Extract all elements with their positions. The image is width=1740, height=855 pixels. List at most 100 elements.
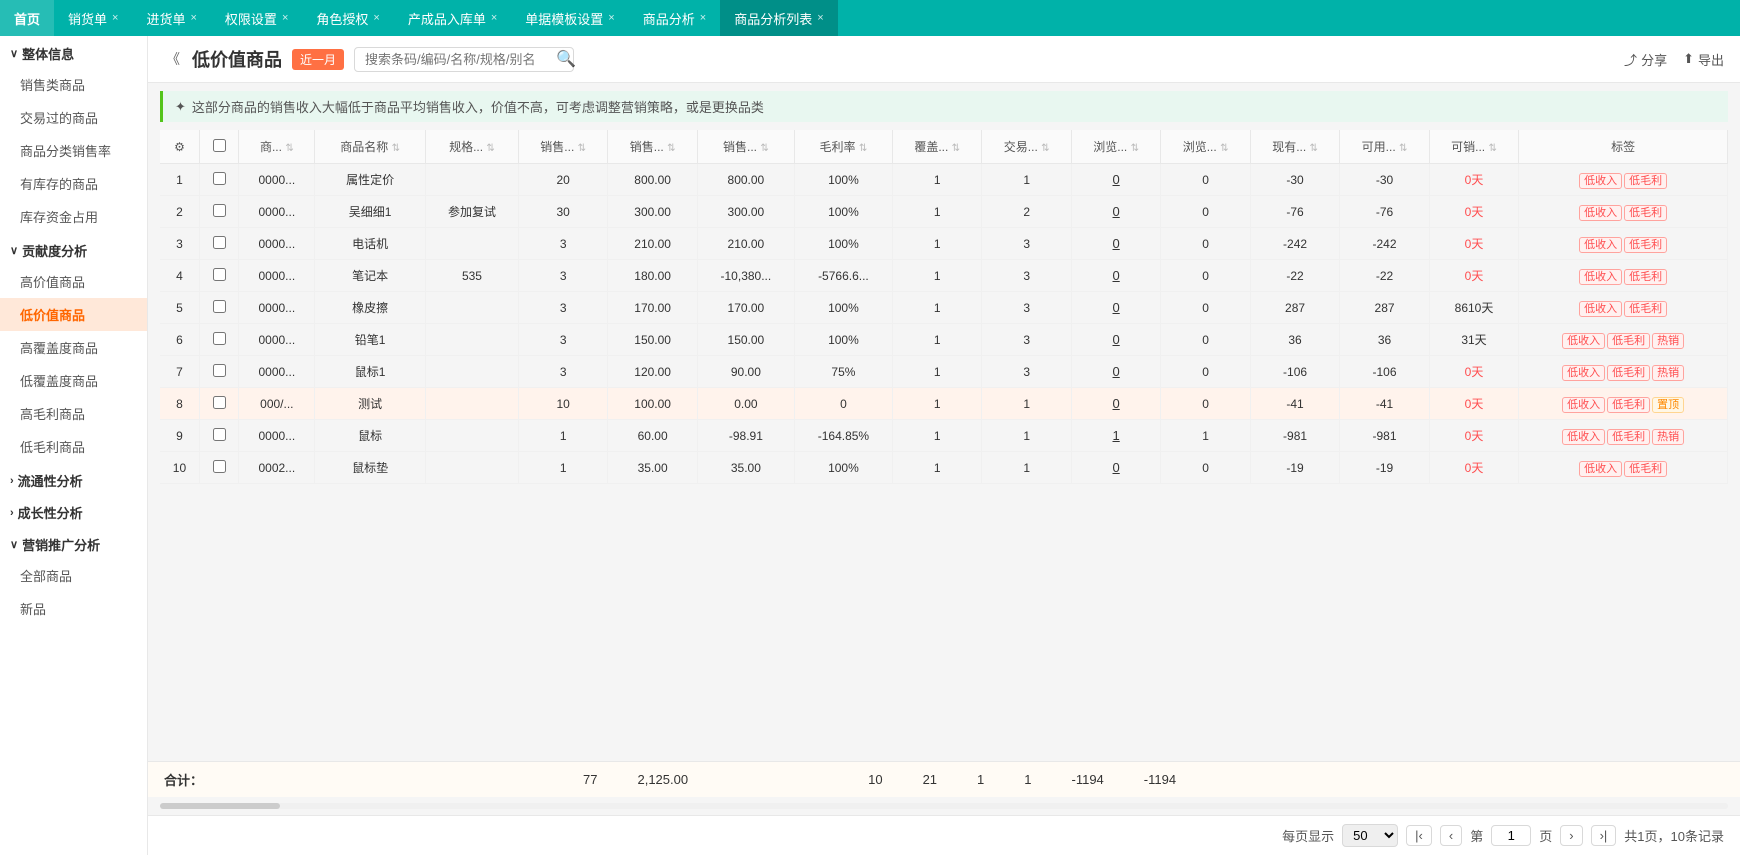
- page-number-input[interactable]: [1491, 825, 1531, 846]
- col-name[interactable]: 商品名称 ⇅: [315, 130, 426, 164]
- nav-item-permission[interactable]: 权限设置 ×: [211, 0, 302, 36]
- col-current-stock[interactable]: 现有... ⇅: [1250, 130, 1339, 164]
- export-button[interactable]: ⬆ 导出: [1683, 50, 1724, 69]
- col-saleable[interactable]: 可销... ⇅: [1429, 130, 1518, 164]
- sidebar-item-high-value[interactable]: 高价值商品: [0, 265, 147, 298]
- cell-num: 10: [160, 452, 199, 484]
- sidebar-item-inventory-capital[interactable]: 库存资金占用: [0, 200, 147, 233]
- cell-checkbox[interactable]: [199, 324, 239, 356]
- share-button[interactable]: ⤴ 分享: [1624, 50, 1667, 69]
- close-icon[interactable]: ×: [112, 12, 118, 24]
- nav-item-home[interactable]: 首页: [0, 0, 54, 36]
- col-sale-qty[interactable]: 销售... ⇅: [518, 130, 607, 164]
- close-icon[interactable]: ×: [190, 12, 196, 24]
- sidebar-item-high-margin[interactable]: 高毛利商品: [0, 397, 147, 430]
- browse-link[interactable]: 0: [1113, 364, 1120, 379]
- cell-checkbox[interactable]: [199, 356, 239, 388]
- last-page-button[interactable]: ›|: [1591, 825, 1617, 846]
- browse-link[interactable]: 1: [1113, 428, 1120, 443]
- col-settings[interactable]: ⚙: [160, 130, 199, 164]
- browse-link[interactable]: 0: [1113, 460, 1120, 475]
- nav-item-salesorder[interactable]: 销货单 ×: [54, 0, 132, 36]
- cell-checkbox[interactable]: [199, 420, 239, 452]
- col-coverage[interactable]: 覆盖... ⇅: [892, 130, 981, 164]
- sidebar-item-category-sales-rate[interactable]: 商品分类销售率: [0, 134, 147, 167]
- col-browse2[interactable]: 浏览... ⇅: [1161, 130, 1250, 164]
- page-size-select[interactable]: 50 100 200: [1342, 824, 1398, 847]
- table-row: 3 0000... 电话机 3 210.00 210.00 100% 1 3 0…: [160, 228, 1728, 260]
- row-checkbox[interactable]: [213, 460, 226, 473]
- close-icon[interactable]: ×: [282, 12, 288, 24]
- close-icon[interactable]: ×: [491, 12, 497, 24]
- nav-item-template[interactable]: 单据模板设置 ×: [511, 0, 628, 36]
- row-checkbox[interactable]: [213, 300, 226, 313]
- sidebar-group-marketing[interactable]: ∨ 营销推广分析: [0, 527, 147, 559]
- row-checkbox[interactable]: [213, 268, 226, 281]
- browse-link[interactable]: 0: [1113, 172, 1120, 187]
- sidebar-item-low-coverage[interactable]: 低覆盖度商品: [0, 364, 147, 397]
- next-page-button[interactable]: ›: [1560, 825, 1582, 846]
- cell-checkbox[interactable]: [199, 388, 239, 420]
- browse-link[interactable]: 0: [1113, 204, 1120, 219]
- cell-checkbox[interactable]: [199, 292, 239, 324]
- col-code[interactable]: 商... ⇅: [239, 130, 315, 164]
- sidebar-collapse-button[interactable]: 《: [164, 47, 182, 71]
- nav-item-purchaseorder[interactable]: 进货单 ×: [132, 0, 210, 36]
- sidebar-item-traded-products[interactable]: 交易过的商品: [0, 101, 147, 134]
- browse-link[interactable]: 0: [1113, 300, 1120, 315]
- table-row: 1 0000... 属性定价 20 800.00 800.00 100% 1 1…: [160, 164, 1728, 196]
- nav-item-roleauth[interactable]: 角色授权 ×: [302, 0, 393, 36]
- first-page-button[interactable]: |‹: [1406, 825, 1432, 846]
- col-browse1[interactable]: 浏览... ⇅: [1071, 130, 1160, 164]
- cell-checkbox[interactable]: [199, 260, 239, 292]
- cell-checkbox[interactable]: [199, 452, 239, 484]
- sidebar-item-stocked-products[interactable]: 有库存的商品: [0, 167, 147, 200]
- nav-item-analysis-list[interactable]: 商品分析列表 ×: [720, 0, 837, 36]
- search-icon[interactable]: 🔍: [556, 49, 576, 69]
- sidebar-item-low-value[interactable]: 低价值商品: [0, 298, 147, 331]
- browse-link[interactable]: 0: [1113, 236, 1120, 251]
- nav-item-stockin[interactable]: 产成品入库单 ×: [394, 0, 511, 36]
- close-icon[interactable]: ×: [373, 12, 379, 24]
- cell-checkbox[interactable]: [199, 228, 239, 260]
- horizontal-scrollbar[interactable]: [148, 797, 1740, 815]
- row-checkbox[interactable]: [213, 364, 226, 377]
- cell-checkbox[interactable]: [199, 196, 239, 228]
- sidebar-item-high-coverage[interactable]: 高覆盖度商品: [0, 331, 147, 364]
- period-tag-button[interactable]: 近一月: [292, 49, 344, 70]
- row-checkbox[interactable]: [213, 396, 226, 409]
- close-icon[interactable]: ×: [817, 12, 823, 24]
- row-checkbox[interactable]: [213, 428, 226, 441]
- cell-spec: [425, 324, 518, 356]
- row-checkbox[interactable]: [213, 172, 226, 185]
- sidebar-item-low-margin[interactable]: 低毛利商品: [0, 430, 147, 463]
- sidebar-item-sales-products[interactable]: 销售类商品: [0, 68, 147, 101]
- col-available[interactable]: 可用... ⇅: [1340, 130, 1429, 164]
- prev-page-button[interactable]: ‹: [1440, 825, 1462, 846]
- sidebar-group-circulation[interactable]: › 流通性分析: [0, 463, 147, 495]
- close-icon[interactable]: ×: [700, 12, 706, 24]
- sidebar-item-new-products[interactable]: 新品: [0, 592, 147, 625]
- row-checkbox[interactable]: [213, 236, 226, 249]
- col-sale-price[interactable]: 销售... ⇅: [608, 130, 697, 164]
- col-checkbox[interactable]: [199, 130, 239, 164]
- sidebar-group-growth[interactable]: › 成长性分析: [0, 495, 147, 527]
- col-spec[interactable]: 规格... ⇅: [425, 130, 518, 164]
- sidebar-group-contribution[interactable]: ∨ 贡献度分析: [0, 233, 147, 265]
- sidebar-item-all-products[interactable]: 全部商品: [0, 559, 147, 592]
- col-sale-amount[interactable]: 销售... ⇅: [697, 130, 794, 164]
- cell-checkbox[interactable]: [199, 164, 239, 196]
- close-icon[interactable]: ×: [608, 12, 614, 24]
- col-transaction[interactable]: 交易... ⇅: [982, 130, 1071, 164]
- select-all-checkbox[interactable]: [213, 139, 226, 152]
- row-checkbox[interactable]: [213, 332, 226, 345]
- sidebar-group-overall[interactable]: ∨ 整体信息: [0, 36, 147, 68]
- browse-link[interactable]: 0: [1113, 268, 1120, 283]
- col-margin[interactable]: 毛利率 ⇅: [794, 130, 892, 164]
- col-tags[interactable]: 标签: [1519, 130, 1728, 164]
- browse-link[interactable]: 0: [1113, 396, 1120, 411]
- browse-link[interactable]: 0: [1113, 332, 1120, 347]
- row-checkbox[interactable]: [213, 204, 226, 217]
- search-input[interactable]: [354, 47, 574, 72]
- nav-item-analysis[interactable]: 商品分析 ×: [629, 0, 720, 36]
